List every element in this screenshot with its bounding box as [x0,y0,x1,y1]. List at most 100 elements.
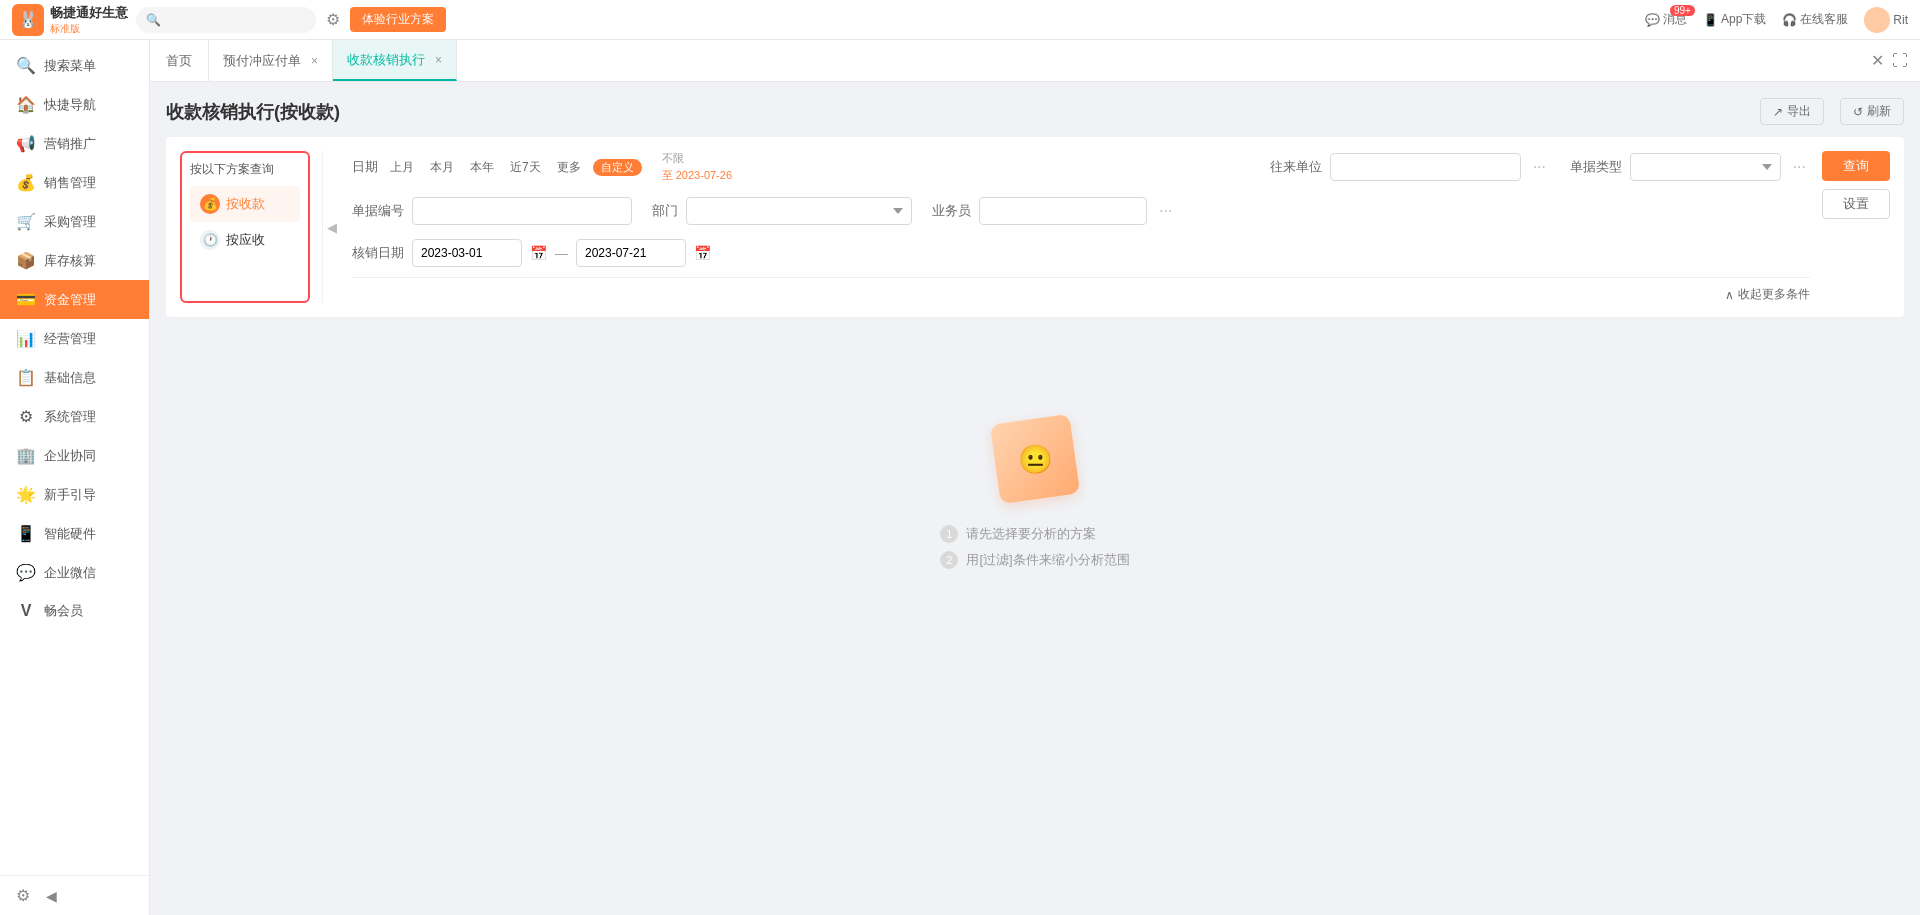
wechat-icon: 💬 [16,563,36,582]
message-badge: 99+ [1670,5,1695,16]
partner-ellipsis-icon[interactable]: ··· [1529,158,1550,176]
message-action[interactable]: 💬 消息 99+ [1645,11,1687,28]
dept-select[interactable] [686,197,912,225]
partner-label: 往来单位 [1270,158,1322,176]
finance-icon: 💳 [16,290,36,309]
enterprise-icon: 🏢 [16,446,36,465]
online-service-action[interactable]: 🎧 在线客服 [1782,11,1848,28]
sidebar-footer: ⚙ ◀ [0,875,149,915]
filter-fields: 日期 上月 本月 本年 近7天 更多 自定义 不限 至 2023-07-26 [352,151,1810,303]
staff-input[interactable] [979,197,1147,225]
search-icon: 🔍 [146,13,161,27]
filter-option-receipt[interactable]: 💰 按收款 [190,186,300,222]
sidebar-item-search[interactable]: 🔍 搜索菜单 [0,46,149,85]
user-area[interactable]: Rit [1864,7,1908,33]
sidebar-item-wechat[interactable]: 💬 企业微信 [0,553,149,592]
date-7-days[interactable]: 近7天 [506,157,545,178]
sidebar-item-system[interactable]: ⚙ 系统管理 [0,397,149,436]
tab-window-actions: ✕ ⛶ [1859,51,1920,70]
top-bar: 🐰 畅捷通好生意 标准版 🔍 ⚙ 体验行业方案 💬 消息 99+ 📱 App下载… [0,0,1920,40]
empty-content: 😐 1 请先选择要分析的方案 2 用[过滤]条件来缩小分析范围 [940,409,1129,569]
doc-type-ellipsis-icon[interactable]: ··· [1789,158,1810,176]
verify-date-end-cal[interactable]: 📅 [694,245,711,261]
verify-date-start-cal[interactable]: 📅 [530,245,547,261]
export-button[interactable]: ↗ 导出 [1760,98,1824,125]
sidebar-item-purchase[interactable]: 🛒 采购管理 [0,202,149,241]
filter-sidebar: 按以下方案查询 💰 按收款 🕐 按应收 [180,151,310,303]
tab-collect-label: 收款核销执行 [347,51,425,69]
doc-type-label: 单据类型 [1570,158,1622,176]
top-search-bar[interactable]: 🔍 [136,7,316,33]
sidebar-item-label: 系统管理 [44,408,96,426]
tab-collect[interactable]: 收款核销执行 × [333,40,457,81]
date-custom-button[interactable]: 自定义 [593,159,642,176]
doc-no-input[interactable] [412,197,632,225]
sidebar-item-sales[interactable]: 💰 销售管理 [0,163,149,202]
footer-settings-button[interactable]: ⚙ [16,886,30,905]
hint1-number: 1 [940,525,958,543]
tab-bar: 首页 预付冲应付单 × 收款核销执行 × ✕ ⛶ [150,40,1920,82]
partner-group: 往来单位 ··· [1270,153,1550,181]
empty-state: 😐 1 请先选择要分析的方案 2 用[过滤]条件来缩小分析范围 [166,329,1904,649]
filter-option-receivable[interactable]: 🕐 按应收 [190,222,300,258]
sidebar-item-quick-nav[interactable]: 🏠 快捷导航 [0,85,149,124]
app-download-action[interactable]: 📱 App下载 [1703,11,1766,28]
date-no-limit-group: 不限 至 2023-07-26 [662,151,732,183]
partner-input[interactable] [1330,153,1521,181]
sidebar-item-label: 资金管理 [44,291,96,309]
dept-label: 部门 [652,202,678,220]
filter-collapse-handle[interactable]: ◀ [322,151,340,303]
app-icon: 📱 [1703,13,1718,27]
sidebar-item-operations[interactable]: 📊 经营管理 [0,319,149,358]
filter-area: 按以下方案查询 💰 按收款 🕐 按应收 ◀ [166,137,1904,317]
sidebar-item-label: 销售管理 [44,174,96,192]
sidebar-collapse-button[interactable]: ◀ [46,888,57,904]
window-close-button[interactable]: ✕ [1871,51,1884,70]
hint2-text: 用[过滤]条件来缩小分析范围 [966,551,1129,569]
tab-prepay[interactable]: 预付冲应付单 × [209,40,333,81]
filter-option-receivable-label: 按应收 [226,231,265,249]
sidebar-item-inventory[interactable]: 📦 库存核算 [0,241,149,280]
collapse-conditions-button[interactable]: ∧ 收起更多条件 [1725,286,1810,303]
brand-logo: 🐰 畅捷通好生意 标准版 [12,4,128,36]
refresh-label: 刷新 [1867,103,1891,120]
top-bar-actions: 💬 消息 99+ 📱 App下载 🎧 在线客服 Rit [1645,7,1908,33]
sidebar-item-enterprise[interactable]: 🏢 企业协同 [0,436,149,475]
setting-button[interactable]: 设置 [1822,189,1890,219]
sidebar-item-label: 企业协同 [44,447,96,465]
tab-home[interactable]: 首页 [150,40,209,81]
staff-ellipsis-icon[interactable]: ··· [1155,202,1176,220]
verify-date-separator: — [555,246,568,261]
marketing-icon: 📢 [16,134,36,153]
tab-prepay-close[interactable]: × [311,54,318,68]
tab-prepay-label: 预付冲应付单 [223,52,301,70]
sidebar-item-finance[interactable]: 💳 资金管理 [0,280,149,319]
settings-icon[interactable]: ⚙ [324,8,342,31]
date-this-month[interactable]: 本月 [426,157,458,178]
query-button[interactable]: 查询 [1822,151,1890,181]
sidebar-item-label: 库存核算 [44,252,96,270]
sidebar-item-basic-info[interactable]: 📋 基础信息 [0,358,149,397]
verify-date-start-input[interactable] [412,239,522,267]
date-group: 日期 上月 本月 本年 近7天 更多 自定义 [352,157,642,178]
basic-info-icon: 📋 [16,368,36,387]
page-title: 收款核销执行(按收款) [166,100,340,124]
window-expand-button[interactable]: ⛶ [1892,52,1908,70]
sidebar-item-hardware[interactable]: 📱 智能硬件 [0,514,149,553]
solution-button[interactable]: 体验行业方案 [350,7,446,32]
collapse-label: 收起更多条件 [1738,286,1810,303]
sidebar-item-label: 营销推广 [44,135,96,153]
doc-type-select[interactable] [1630,153,1781,181]
date-this-year[interactable]: 本年 [466,157,498,178]
tab-collect-close[interactable]: × [435,53,442,67]
date-more[interactable]: 更多 [553,157,585,178]
page-title-row: 收款核销执行(按收款) ↗ 导出 ↺ 刷新 [166,98,1904,125]
doc-no-label: 单据编号 [352,202,404,220]
refresh-button[interactable]: ↺ 刷新 [1840,98,1904,125]
verify-date-end-input[interactable] [576,239,686,267]
sidebar-item-member[interactable]: V 畅会员 [0,592,149,630]
sidebar-item-marketing[interactable]: 📢 营销推广 [0,124,149,163]
purchase-icon: 🛒 [16,212,36,231]
date-last-month[interactable]: 上月 [386,157,418,178]
sidebar-item-guide[interactable]: 🌟 新手引导 [0,475,149,514]
